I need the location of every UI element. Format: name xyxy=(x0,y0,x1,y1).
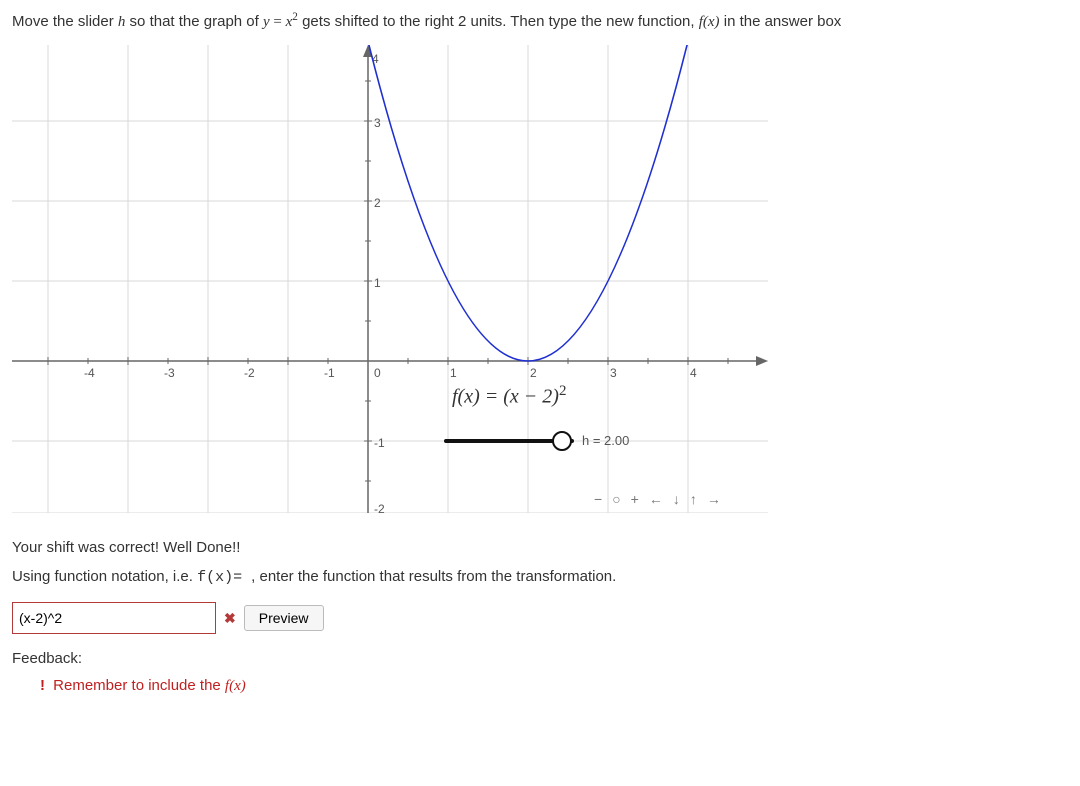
svg-text:-1: -1 xyxy=(324,366,335,380)
svg-text:3: 3 xyxy=(610,366,617,380)
shift-correct-msg: Your shift was correct! Well Done!! xyxy=(12,539,1068,556)
warning-icon: ! xyxy=(40,677,45,694)
svg-text:3: 3 xyxy=(374,116,381,130)
question-text: Move the slider h so that the graph of y… xyxy=(12,10,1068,33)
pan-right-icon[interactable]: → xyxy=(707,491,721,507)
slider-value-label: h = 2.00 xyxy=(582,433,629,448)
reset-zoom-icon[interactable]: ○ xyxy=(612,491,620,507)
svg-text:2: 2 xyxy=(530,366,537,380)
graph-svg: -4 -3 -2 -1 0 1 2 3 4 1 2 3 4 -1 -2 xyxy=(12,45,768,513)
zoom-in-icon[interactable]: + xyxy=(631,491,639,507)
q-fx: f(x) xyxy=(699,14,720,30)
q-post: in the answer box xyxy=(720,13,842,30)
graph-panel[interactable]: -4 -3 -2 -1 0 1 2 3 4 1 2 3 4 -1 -2 f(x)… xyxy=(12,45,768,513)
svg-text:-1: -1 xyxy=(374,436,385,450)
zoom-out-icon[interactable]: − xyxy=(594,491,602,507)
function-label: f(x) = (x − 2)2 xyxy=(452,383,566,409)
svg-text:-4: -4 xyxy=(84,366,95,380)
pan-down-icon[interactable]: ↓ xyxy=(673,491,680,507)
slider-thumb[interactable] xyxy=(552,431,572,451)
svg-text:1: 1 xyxy=(374,276,381,290)
svg-text:4: 4 xyxy=(690,366,697,380)
svg-text:-3: -3 xyxy=(164,366,175,380)
svg-text:-2: -2 xyxy=(244,366,255,380)
svg-text:-2: -2 xyxy=(374,502,385,513)
q-pre: Move the slider xyxy=(12,13,118,30)
feedback-header: Feedback: xyxy=(12,650,1068,667)
svg-text:0: 0 xyxy=(374,366,381,380)
h-slider[interactable]: h = 2.00 xyxy=(444,433,629,448)
q-eq-eq: = xyxy=(270,14,286,30)
graph-toolbar: − ○ + ← ↓ ↑ → xyxy=(594,491,721,507)
q-mid1: so that the graph of xyxy=(125,13,263,30)
svg-text:2: 2 xyxy=(374,196,381,210)
slider-track[interactable] xyxy=(444,439,574,443)
pan-left-icon[interactable]: ← xyxy=(649,491,663,507)
svg-text:1: 1 xyxy=(450,366,457,380)
q-mid2: gets shifted to the right 2 units. Then … xyxy=(298,13,699,30)
enter-prompt: Using function notation, i.e. f(x)= , en… xyxy=(12,568,1068,586)
clear-input-icon[interactable]: ✖ xyxy=(224,610,236,627)
preview-button[interactable]: Preview xyxy=(244,605,324,631)
feedback-message: ! Remember to include the f(x) xyxy=(40,677,1068,695)
answer-input[interactable] xyxy=(12,602,216,634)
q-eq-lhs: y xyxy=(263,14,270,30)
pan-up-icon[interactable]: ↑ xyxy=(690,491,697,507)
